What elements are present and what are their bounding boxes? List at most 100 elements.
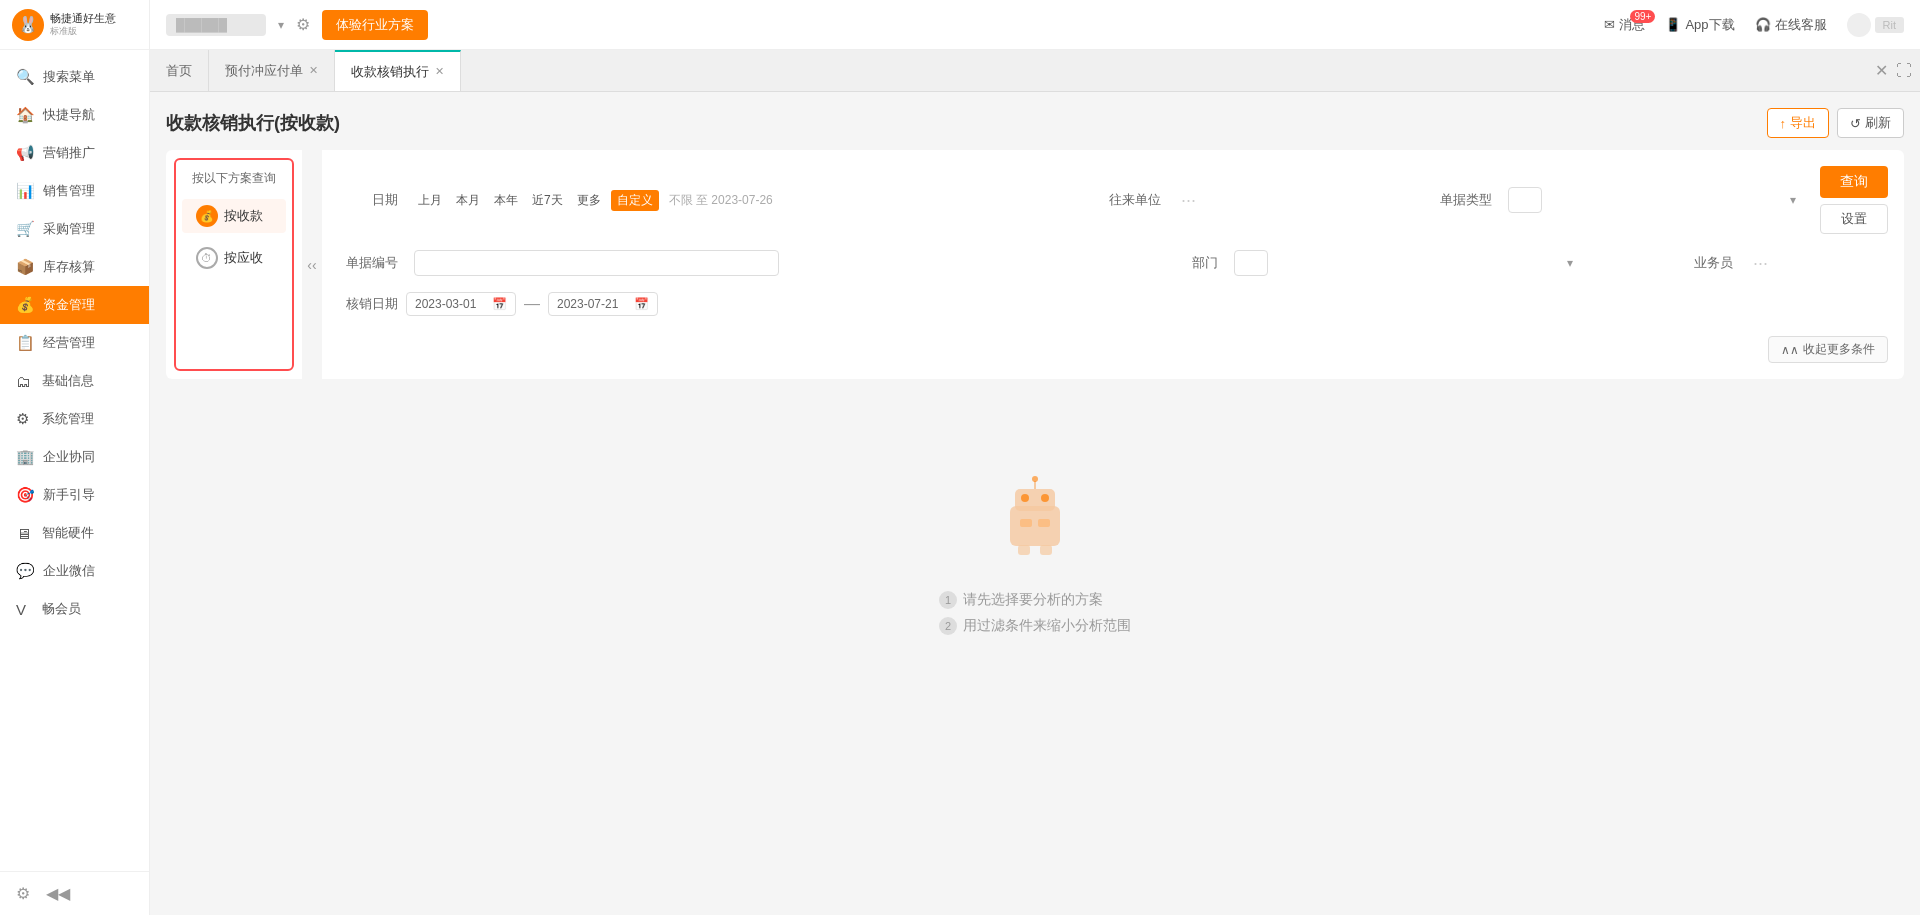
chevron-up-icon: ∧∧ — [1781, 343, 1799, 357]
page-title: 收款核销执行(按收款) — [166, 111, 340, 135]
filter-option-by-collection[interactable]: 💰 按收款 — [182, 199, 286, 233]
solution-button[interactable]: 体验行业方案 — [322, 10, 428, 40]
tab-prepay[interactable]: 预付冲应付单 ✕ — [209, 50, 335, 91]
query-button[interactable]: 查询 — [1820, 166, 1888, 198]
filter-more-row: ∧∧ 收起更多条件 — [338, 332, 1888, 367]
filter-container: 按以下方案查询 💰 按收款 ⏱ 按应收 ‹‹ 日期 — [166, 150, 1904, 379]
service-label: 在线客服 — [1775, 16, 1827, 34]
sidebar-item-quicknav[interactable]: 🏠 快捷导航 — [0, 96, 149, 134]
date-label: 日期 — [338, 191, 398, 209]
sidebar-item-hardware[interactable]: 🖥 智能硬件 — [0, 514, 149, 552]
folder-icon: 🗂 — [16, 373, 34, 390]
dept-select[interactable] — [1234, 250, 1268, 276]
partner-label: 往来单位 — [1101, 191, 1161, 209]
chevron-left-icon: ‹‹ — [307, 257, 316, 273]
verif-date-start-input[interactable]: 2023-03-01 📅 — [406, 292, 516, 316]
user-menu[interactable]: Rit — [1847, 13, 1904, 37]
empty-robot-illustration — [985, 471, 1085, 571]
date-btn-lastmonth[interactable]: 上月 — [414, 190, 446, 211]
date-btn-7days[interactable]: 近7天 — [528, 190, 567, 211]
cart-icon: 🛒 — [16, 220, 35, 238]
message-button[interactable]: ✉ 消息 99+ — [1604, 16, 1645, 34]
sidebar-item-guide[interactable]: 🎯 新手引导 — [0, 476, 149, 514]
sidebar-label-marketing: 营销推广 — [43, 144, 95, 162]
refresh-button[interactable]: ↺ 刷新 — [1837, 108, 1904, 138]
sidebar-item-basic-info[interactable]: 🗂 基础信息 — [0, 362, 149, 400]
sidebar-item-system[interactable]: ⚙ 系统管理 — [0, 400, 149, 438]
filter-row-3: 核销日期 2023-03-01 📅 — 2023-07-21 📅 — [338, 288, 1888, 320]
empty-tip-1: 1 请先选择要分析的方案 — [939, 591, 1131, 609]
tab-prepay-label: 预付冲应付单 — [225, 62, 303, 80]
export-button[interactable]: ↑ 导出 — [1767, 108, 1830, 138]
main-area: ██████ ▾ ⚙ 体验行业方案 ✉ 消息 99+ 📱 App下载 🎧 在线客… — [150, 0, 1920, 915]
svg-rect-0 — [1010, 506, 1060, 546]
tabs-bar: 首页 预付冲应付单 ✕ 收款核销执行 ✕ ✕ ⛶ — [150, 50, 1920, 92]
monitor-icon: 🖥 — [16, 525, 34, 542]
date-btn-thisyear[interactable]: 本年 — [490, 190, 522, 211]
filter-scheme-title: 按以下方案查询 — [192, 170, 276, 187]
sidebar-item-marketing[interactable]: 📢 营销推广 — [0, 134, 149, 172]
calendar-icon: 📅 — [492, 297, 507, 311]
query-btn-col: 查询 设置 — [1820, 162, 1888, 238]
topbar-chevron-icon[interactable]: ▾ — [278, 18, 284, 32]
sidebar-item-sales[interactable]: 📊 销售管理 — [0, 172, 149, 210]
tab-collection[interactable]: 收款核销执行 ✕ — [335, 50, 461, 91]
sidebar-item-member[interactable]: V 畅会员 — [0, 590, 149, 628]
service-button[interactable]: 🎧 在线客服 — [1755, 16, 1827, 34]
partner-dots: ··· — [1177, 190, 1200, 211]
setting-button[interactable]: 设置 — [1820, 204, 1888, 234]
settings-footer-icon[interactable]: ⚙ — [16, 884, 30, 903]
filter-option-by-receivable[interactable]: ⏱ 按应收 — [182, 241, 286, 275]
sidebar-item-operation[interactable]: 📋 经营管理 — [0, 324, 149, 362]
date-btn-more[interactable]: 更多 — [573, 190, 605, 211]
sidebar-item-wechat[interactable]: 💬 企业微信 — [0, 552, 149, 590]
mobile-icon: 📱 — [1665, 17, 1681, 32]
verif-date-end-input[interactable]: 2023-07-21 📅 — [548, 292, 658, 316]
collapse-sidebar-icon[interactable]: ◀◀ — [46, 884, 70, 903]
topbar-brand: ██████ — [166, 14, 266, 36]
sidebar-label-inventory: 库存核算 — [43, 258, 95, 276]
docnum-input[interactable] — [414, 250, 779, 276]
tab-collection-close-icon[interactable]: ✕ — [435, 65, 444, 78]
app-download-button[interactable]: 📱 App下载 — [1665, 16, 1734, 34]
topbar: ██████ ▾ ⚙ 体验行业方案 ✉ 消息 99+ 📱 App下载 🎧 在线客… — [150, 0, 1920, 50]
close-tab-icon[interactable]: ✕ — [1875, 61, 1888, 80]
sidebar-item-inventory[interactable]: 📦 库存核算 — [0, 248, 149, 286]
svg-rect-1 — [1015, 489, 1055, 511]
sidebar-item-purchase[interactable]: 🛒 采购管理 — [0, 210, 149, 248]
doc-type-select[interactable] — [1508, 187, 1542, 213]
verif-date-label: 核销日期 — [338, 295, 398, 313]
collapse-more-button[interactable]: ∧∧ 收起更多条件 — [1768, 336, 1888, 363]
user-label: Rit — [1875, 17, 1904, 33]
sidebar-label-sales: 销售管理 — [43, 182, 95, 200]
expand-tab-icon[interactable]: ⛶ — [1896, 62, 1912, 80]
message-badge: 99+ — [1630, 10, 1655, 23]
filter-row-1: 日期 上月 本月 本年 近7天 更多 自定义 不限 至 2023-07-26 往… — [338, 162, 1888, 238]
filter-collapse-toggle[interactable]: ‹‹ — [302, 150, 322, 379]
sidebar-label-hardware: 智能硬件 — [42, 524, 94, 542]
sidebar-item-search[interactable]: 🔍 搜索菜单 — [0, 58, 149, 96]
date-btn-thismonth[interactable]: 本月 — [452, 190, 484, 211]
doc-type-label: 单据类型 — [1432, 191, 1492, 209]
sidebar-label-wechat: 企业微信 — [43, 562, 95, 580]
svg-rect-9 — [1040, 545, 1052, 555]
sidebar-label-basic-info: 基础信息 — [42, 372, 94, 390]
logo-icon: 🐰 — [12, 9, 44, 41]
home-icon: 🏠 — [16, 106, 35, 124]
tab-prepay-close-icon[interactable]: ✕ — [309, 64, 318, 77]
sidebar-label-system: 系统管理 — [42, 410, 94, 428]
tab-home-label: 首页 — [166, 62, 192, 80]
sidebar-label-guide: 新手引导 — [43, 486, 95, 504]
filter-option-receivable-label: 按应收 — [224, 249, 263, 267]
svg-point-2 — [1021, 494, 1029, 502]
date-btn-custom[interactable]: 自定义 — [611, 190, 659, 211]
collapse-label: 收起更多条件 — [1803, 341, 1875, 358]
date-separator: — — [524, 295, 540, 313]
tab-home[interactable]: 首页 — [150, 50, 209, 91]
sidebar-item-enterprise[interactable]: 🏢 企业协同 — [0, 438, 149, 476]
money-icon: 💰 — [16, 296, 35, 314]
topbar-gear-icon[interactable]: ⚙ — [296, 15, 310, 34]
vip-icon: V — [16, 601, 34, 618]
sidebar-item-finance[interactable]: 💰 资金管理 — [0, 286, 149, 324]
collection-icon: 💰 — [196, 205, 218, 227]
